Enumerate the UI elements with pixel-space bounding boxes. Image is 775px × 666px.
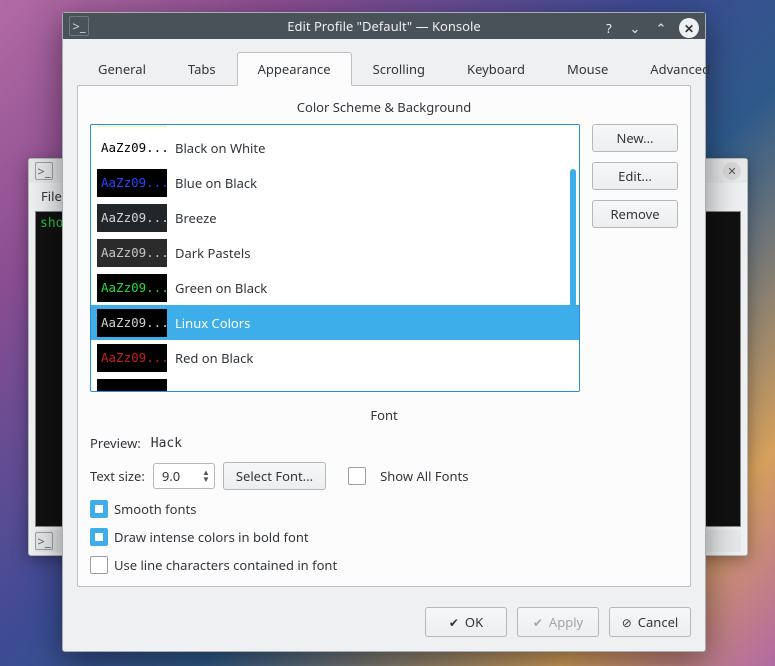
tab-scrolling[interactable]: Scrolling — [352, 52, 446, 86]
font-heading: Font — [90, 406, 678, 424]
scheme-label: Breeze — [175, 209, 217, 227]
preview-value: Hack — [151, 436, 182, 451]
preview-label: Preview: — [90, 434, 141, 452]
tab-appearance[interactable]: Appearance — [237, 52, 352, 86]
cancel-icon: ⊘ — [622, 614, 632, 631]
check-icon: ✔ — [449, 614, 459, 631]
text-size-label: Text size: — [90, 467, 145, 485]
new-scheme-button[interactable]: New... — [592, 124, 678, 152]
edit-scheme-button[interactable]: Edit... — [592, 162, 678, 190]
close-icon[interactable]: ✕ — [679, 18, 699, 38]
colorscheme-heading: Color Scheme & Background — [90, 98, 678, 116]
line-chars-label: Use line characters contained in font — [114, 556, 337, 574]
scheme-label: Green on Black — [175, 279, 267, 297]
scheme-label: Dark Pastels — [175, 244, 250, 262]
scheme-swatch: AaZz09... — [97, 344, 167, 372]
scheme-item-selected[interactable]: AaZz09... Linux Colors — [91, 305, 579, 340]
scheme-item[interactable]: AaZz09... Red on Black — [91, 340, 579, 375]
smooth-fonts-checkbox[interactable] — [90, 500, 108, 518]
apply-label: Apply — [549, 613, 583, 631]
tab-keyboard[interactable]: Keyboard — [446, 52, 546, 86]
bold-intense-label: Draw intense colors in bold font — [114, 528, 309, 546]
bg-close-icon[interactable]: ✕ — [723, 162, 741, 180]
scheme-swatch: AaZz09... — [97, 204, 167, 232]
shade-icon[interactable]: >_ — [69, 16, 89, 36]
help-icon[interactable]: ? — [601, 19, 617, 37]
tab-tabs[interactable]: Tabs — [167, 52, 237, 86]
bg-tab-icon[interactable]: >_ — [35, 532, 53, 550]
show-all-fonts-checkbox[interactable] — [348, 467, 366, 485]
scheme-swatch: AaZz09... — [97, 309, 167, 337]
colorscheme-list[interactable]: AaZz09... Black on Random Light AaZz09..… — [90, 124, 580, 392]
appearance-panel: Color Scheme & Background AaZz09... Blac… — [77, 85, 691, 587]
bg-menu-file[interactable]: File — [41, 187, 62, 205]
dialog-titlebar[interactable]: >_ Edit Profile "Default" — Konsole ? ⌄ … — [63, 13, 705, 39]
scheme-swatch: AaZz09... — [97, 274, 167, 302]
minimize-icon[interactable]: ⌄ — [627, 19, 643, 37]
scheme-swatch: AaZz09... — [97, 124, 167, 127]
text-size-value: 9.0 — [162, 467, 180, 485]
scheme-label: Linux Colors — [175, 314, 250, 332]
scheme-item[interactable]: AaZz09... Breeze — [91, 200, 579, 235]
tab-advanced[interactable]: Advanced — [629, 52, 731, 86]
scheme-item[interactable]: AaZz09... Dark Pastels — [91, 235, 579, 270]
scheme-item[interactable]: AaZz09... Black on White — [91, 130, 579, 165]
scheme-swatch: AaZz09... — [97, 239, 167, 267]
bold-intense-checkbox[interactable] — [90, 528, 108, 546]
scheme-swatch: AaZz09... — [97, 134, 167, 162]
smooth-fonts-label: Smooth fonts — [114, 500, 196, 518]
apply-button[interactable]: ✔ Apply — [517, 607, 599, 637]
tab-mouse[interactable]: Mouse — [546, 52, 629, 86]
edit-profile-dialog: >_ Edit Profile "Default" — Konsole ? ⌄ … — [62, 12, 706, 652]
scheme-side-buttons: New... Edit... Remove — [592, 124, 678, 392]
cancel-button[interactable]: ⊘ Cancel — [609, 607, 691, 637]
scheme-label: Black on White — [175, 139, 265, 157]
dialog-footer: ✔ OK ✔ Apply ⊘ Cancel — [63, 599, 705, 651]
scheme-item[interactable] — [91, 375, 579, 392]
maximize-icon[interactable]: ⌃ — [653, 19, 669, 37]
tabbar: General Tabs Appearance Scrolling Keyboa… — [63, 39, 705, 85]
scheme-item[interactable]: AaZz09... Blue on Black — [91, 165, 579, 200]
ok-button[interactable]: ✔ OK — [425, 607, 507, 637]
cancel-label: Cancel — [638, 613, 678, 631]
scheme-swatch: AaZz09... — [97, 169, 167, 197]
scheme-scrollbar[interactable] — [570, 169, 576, 327]
scheme-label: Red on Black — [175, 349, 253, 367]
spin-arrows-icon[interactable]: ▲▼ — [202, 469, 212, 483]
ok-label: OK — [465, 613, 483, 631]
tab-general[interactable]: General — [77, 52, 167, 86]
bg-shade-icon[interactable]: >_ — [35, 162, 53, 180]
select-font-button[interactable]: Select Font... — [223, 462, 326, 490]
check-icon: ✔ — [533, 614, 543, 631]
scheme-label: Blue on Black — [175, 174, 257, 192]
text-size-spin[interactable]: 9.0 ▲▼ — [153, 463, 215, 489]
show-all-fonts-label: Show All Fonts — [380, 467, 468, 485]
scheme-swatch — [97, 379, 167, 393]
scheme-item[interactable]: AaZz09... Green on Black — [91, 270, 579, 305]
remove-scheme-button[interactable]: Remove — [592, 200, 678, 228]
line-chars-checkbox[interactable] — [90, 556, 108, 574]
